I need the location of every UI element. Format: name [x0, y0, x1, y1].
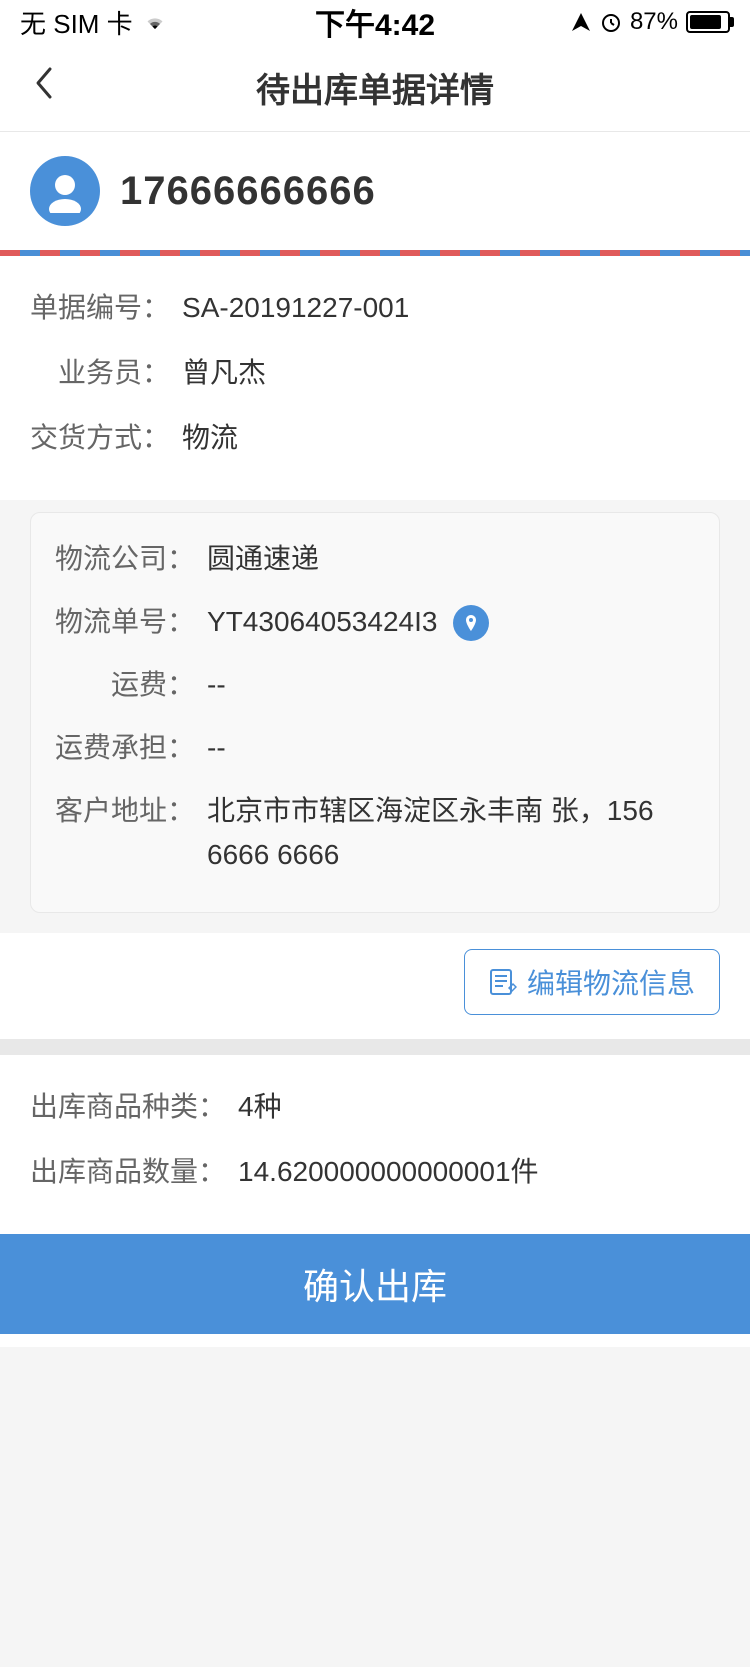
- logistics-card: 物流公司： 圆通速递 物流单号： YT43064053424I3 运费： -- …: [30, 512, 720, 913]
- pin-icon: [461, 613, 481, 633]
- wifi-icon: [141, 11, 169, 33]
- goods-quantity-value: 14.620000000000001件: [238, 1150, 720, 1195]
- salesperson-label: 业务员：: [30, 351, 170, 396]
- logistics-freight-label: 运费：: [55, 663, 195, 708]
- edit-icon: [489, 968, 517, 996]
- goods-quantity-label: 出库商品数量：: [30, 1150, 226, 1195]
- delivery-row: 交货方式： 物流: [30, 416, 720, 461]
- edit-btn-wrapper: 编辑物流信息: [0, 933, 750, 1039]
- status-left: 无 SIM 卡: [20, 4, 169, 41]
- user-icon: [43, 169, 87, 213]
- logistics-address-label: 客户地址：: [55, 789, 195, 834]
- spacer: [0, 1347, 750, 1547]
- logistics-bearer-row: 运费承担： --: [55, 726, 695, 771]
- logistics-freight-row: 运费： --: [55, 663, 695, 708]
- status-time: 下午4:42: [315, 0, 435, 44]
- page-title: 待出库单据详情: [256, 63, 494, 112]
- content: 17666666666 单据编号： SA-20191227-001 业务员： 曾…: [0, 132, 750, 1667]
- logistics-tracking-row: 物流单号： YT43064053424I3: [55, 600, 695, 645]
- battery-icon: [686, 11, 730, 33]
- salesperson-row: 业务员： 曾凡杰: [30, 351, 720, 396]
- alarm-icon: [600, 11, 622, 33]
- logistics-company-value: 圆通速递: [207, 537, 695, 582]
- logistics-bearer-value: --: [207, 726, 695, 771]
- confirm-btn-label: 确认出库: [303, 1258, 447, 1310]
- goods-section: 出库商品种类： 4种 出库商品数量： 14.620000000000001件: [0, 1055, 750, 1235]
- order-info-section: 单据编号： SA-20191227-001 业务员： 曾凡杰 交货方式： 物流: [0, 256, 750, 500]
- map-location-icon[interactable]: [453, 605, 489, 641]
- no-sim-text: 无 SIM 卡: [20, 4, 133, 41]
- delivery-label: 交货方式：: [30, 416, 170, 461]
- edit-btn-label: 编辑物流信息: [527, 962, 695, 1002]
- user-phone: 17666666666: [120, 169, 376, 214]
- delivery-value: 物流: [182, 416, 720, 461]
- logistics-company-row: 物流公司： 圆通速递: [55, 537, 695, 582]
- goods-type-row: 出库商品种类： 4种: [30, 1085, 720, 1130]
- logistics-tracking-label: 物流单号：: [55, 600, 195, 645]
- battery-percent: 87%: [630, 8, 678, 36]
- section-divider: [0, 1039, 750, 1055]
- confirm-button[interactable]: 确认出库: [0, 1234, 750, 1334]
- logistics-address-row: 客户地址： 北京市市辖区海淀区永丰南 张，156 6666 6666: [55, 789, 695, 879]
- status-bar: 无 SIM 卡 下午4:42 87%: [0, 0, 750, 44]
- logistics-bearer-label: 运费承担：: [55, 726, 195, 771]
- salesperson-value: 曾凡杰: [182, 351, 720, 396]
- order-no-label: 单据编号：: [30, 286, 170, 331]
- logistics-address-value: 北京市市辖区海淀区永丰南 张，156 6666 6666: [207, 789, 695, 879]
- goods-type-label: 出库商品种类：: [30, 1085, 226, 1130]
- back-button[interactable]: [30, 61, 58, 114]
- edit-logistics-button[interactable]: 编辑物流信息: [464, 949, 720, 1015]
- order-no-value: SA-20191227-001: [182, 286, 720, 331]
- location-icon: [570, 11, 592, 33]
- nav-bar: 待出库单据详情: [0, 44, 750, 132]
- logistics-company-label: 物流公司：: [55, 537, 195, 582]
- goods-type-value: 4种: [238, 1085, 720, 1130]
- logistics-freight-value: --: [207, 663, 695, 708]
- logistics-tracking-value: YT43064053424I3: [207, 600, 695, 645]
- avatar: [30, 156, 100, 226]
- status-right: 87%: [570, 8, 730, 36]
- goods-quantity-row: 出库商品数量： 14.620000000000001件: [30, 1150, 720, 1195]
- user-section: 17666666666: [0, 132, 750, 250]
- order-no-row: 单据编号： SA-20191227-001: [30, 286, 720, 331]
